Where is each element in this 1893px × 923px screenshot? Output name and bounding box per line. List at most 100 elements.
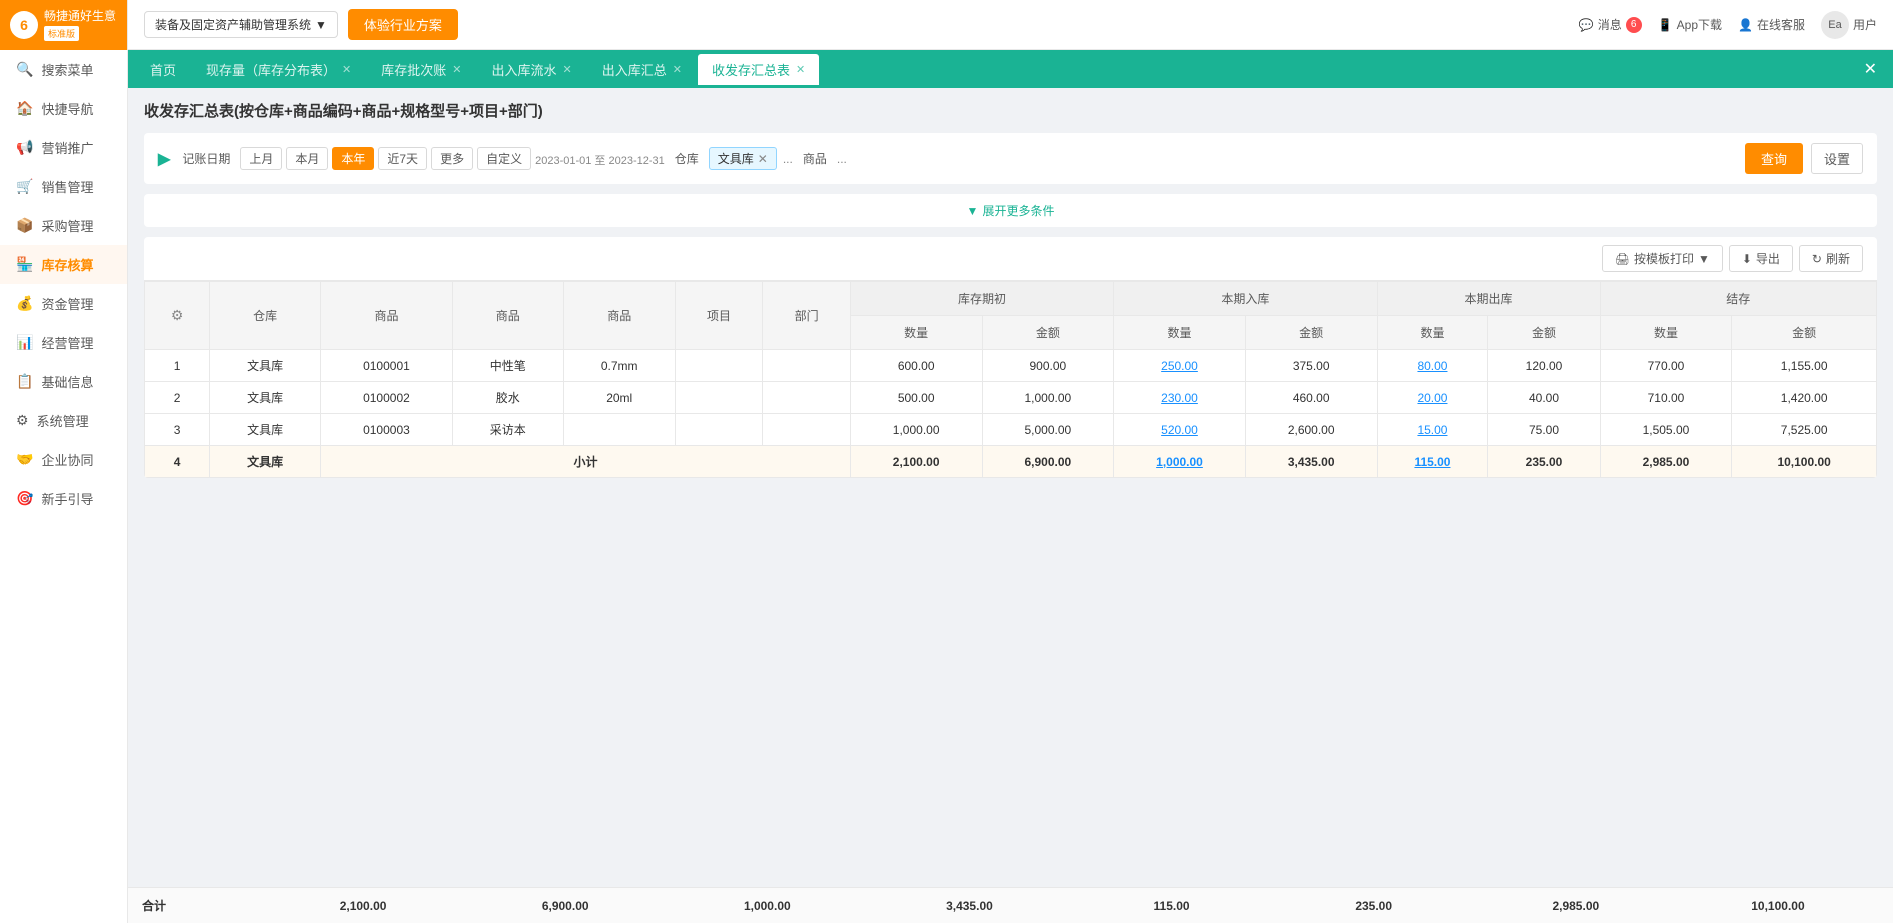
experience-btn[interactable]: 体验行业方案 <box>348 9 458 40</box>
cell-in-qty[interactable]: 250.00 <box>1114 350 1246 382</box>
sidebar-label-purchase: 采购管理 <box>41 216 93 235</box>
sidebar-item-operations[interactable]: 📊经营管理 <box>0 323 127 362</box>
warehouse-tag-remove[interactable]: ✕ <box>758 152 768 166</box>
cell-spec <box>563 414 675 446</box>
col-out-qty: 数量 <box>1377 316 1488 350</box>
nav-tab-------[interactable]: 收发存汇总表✕ <box>698 54 819 85</box>
footer-in-qty: 1,000.00 <box>666 899 868 913</box>
subtotal-end-amt: 10,100.00 <box>1732 446 1877 478</box>
messages-label: 消息 <box>1598 16 1622 33</box>
nav-tab-close-icon[interactable]: ✕ <box>342 63 351 76</box>
sidebar-item-purchase[interactable]: 📦采购管理 <box>0 206 127 245</box>
cell-in-amt: 375.00 <box>1245 350 1377 382</box>
sidebar-item-sales[interactable]: 🛒 销售管理 <box>0 167 127 206</box>
sidebar-icon-sales: 🛒 <box>16 178 33 195</box>
nav-tab------[interactable]: 出入库流水✕ <box>477 54 585 85</box>
warehouse-tag-group: 文具库 ✕ ... <box>709 147 793 170</box>
col-group-init: 库存期初 <box>850 282 1113 316</box>
cell-in-qty[interactable]: 520.00 <box>1114 414 1246 446</box>
sidebar-item-inventory[interactable]: 🏪库存核算 <box>0 245 127 284</box>
cell-end-qty: 710.00 <box>1600 382 1732 414</box>
column-settings-icon[interactable]: ⚙ <box>171 307 184 323</box>
filter-buttons: 查询 设置 <box>1745 143 1863 174</box>
tabs-close-icon[interactable]: ✕ <box>1856 59 1885 79</box>
sidebar-item-basic[interactable]: 📋基础信息 <box>0 362 127 401</box>
export-label: 导出 <box>1756 250 1780 267</box>
cell-out-amt: 40.00 <box>1488 382 1600 414</box>
export-btn[interactable]: ⬇ 导出 <box>1729 245 1793 272</box>
subtotal-in-qty[interactable]: 1,000.00 <box>1114 446 1246 478</box>
nav-tab-----------[interactable]: 现存量（库存分布表） ✕ <box>192 54 365 85</box>
sidebar-logo: 6 畅捷通好生意 标准版 <box>0 0 127 50</box>
nav-tab------[interactable]: 库存批次账 ✕ <box>367 54 475 85</box>
app-download-item[interactable]: 📱 App下载 <box>1658 16 1722 33</box>
cell-out-qty[interactable]: 80.00 <box>1377 350 1488 382</box>
subtotal-out-qty[interactable]: 115.00 <box>1377 446 1488 478</box>
sidebar-label-sales: 销售管理 <box>41 177 93 196</box>
nav-tab-close-icon[interactable]: ✕ <box>452 63 461 76</box>
date-shortcut-更多[interactable]: 更多 <box>431 147 473 170</box>
sidebar-item-marketing[interactable]: 📢营销推广 <box>0 128 127 167</box>
sidebar-item-corp[interactable]: 🤝企业协同 <box>0 440 127 479</box>
date-shortcut-自定义[interactable]: 自定义 <box>477 147 531 170</box>
messages-item[interactable]: 💬 消息 6 <box>1579 16 1642 33</box>
col-settings[interactable]: ⚙ <box>145 282 210 350</box>
date-shortcut-上月[interactable]: 上月 <box>240 147 282 170</box>
col-init-amt: 金额 <box>982 316 1114 350</box>
sidebar-item-system[interactable]: ⚙系统管理 <box>0 401 127 440</box>
app-download-label: App下载 <box>1677 16 1722 33</box>
cell-no: 1 <box>145 350 210 382</box>
cell-goods: 中性笔 <box>452 350 563 382</box>
print-dropdown-icon: ▼ <box>1698 252 1710 266</box>
nav-tab-label: 现存量（库存分布表） <box>206 60 336 79</box>
download-icon: 📱 <box>1658 18 1673 32</box>
date-shortcut-本年[interactable]: 本年 <box>332 147 374 170</box>
subtotal-no: 4 <box>145 446 210 478</box>
date-shortcut-近7天[interactable]: 近7天 <box>378 147 427 170</box>
user-label: 用户 <box>1853 16 1877 33</box>
nav-tab-close-icon[interactable]: ✕ <box>796 63 805 76</box>
sidebar-icon-search: 🔍 <box>16 61 33 78</box>
cell-project <box>675 350 763 382</box>
refresh-btn[interactable]: ↻ 刷新 <box>1799 245 1863 272</box>
print-btn[interactable]: 🖨 按模板打印 ▼ <box>1602 245 1723 272</box>
data-table: ⚙ 仓库 商品 商品 商品 项目 部门 库存期初 本期入库 本期出库 结存 <box>144 281 1877 478</box>
sidebar-icon-inventory: 🏪 <box>16 256 33 273</box>
sidebar-item-search[interactable]: 🔍搜索菜单 <box>0 50 127 89</box>
nav-tab-label: 出入库汇总 <box>602 60 667 79</box>
table-footer: 合计 2,100.00 6,900.00 1,000.00 3,435.00 1… <box>128 887 1893 923</box>
nav-tab-close-icon[interactable]: ✕ <box>563 63 572 76</box>
query-btn[interactable]: 查询 <box>1745 143 1803 174</box>
goods-more[interactable]: ... <box>837 152 847 166</box>
sidebar-icon-finance: 💰 <box>16 295 33 312</box>
warehouse-label: 仓库 <box>675 150 699 167</box>
cell-out-qty[interactable]: 20.00 <box>1377 382 1488 414</box>
cell-in-qty[interactable]: 230.00 <box>1114 382 1246 414</box>
filter-expand-icon[interactable]: ▶ <box>158 149 170 169</box>
nav-tab------[interactable]: 出入库汇总 ✕ <box>588 54 696 85</box>
warehouse-more[interactable]: ... <box>783 152 793 166</box>
system-selector[interactable]: 装备及固定资产辅助管理系统 ▼ <box>144 11 338 38</box>
cell-init-qty: 1,000.00 <box>850 414 982 446</box>
messages-badge: 6 <box>1626 17 1642 33</box>
sidebar-item-newuser[interactable]: 🎯新手引导 <box>0 479 127 518</box>
table-container: ⚙ 仓库 商品 商品 商品 项目 部门 库存期初 本期入库 本期出库 结存 <box>144 281 1877 478</box>
nav-tab-close-icon[interactable]: ✕ <box>673 63 682 76</box>
col-group-out: 本期出库 <box>1377 282 1600 316</box>
logo-icon: 6 <box>10 11 38 39</box>
warehouse-tag[interactable]: 文具库 ✕ <box>709 147 777 170</box>
sidebar-item-finance[interactable]: 💰资金管理 <box>0 284 127 323</box>
nav-tab-label: 库存批次账 <box>381 60 446 79</box>
user-item[interactable]: Ea 用户 <box>1821 11 1877 39</box>
expand-condition-btn[interactable]: ▼ 展开更多条件 <box>967 202 1055 219</box>
sidebar-item-quicknav[interactable]: 🏠快捷导航 <box>0 89 127 128</box>
cell-out-qty[interactable]: 15.00 <box>1377 414 1488 446</box>
setting-btn[interactable]: 设置 <box>1811 143 1863 174</box>
online-service-item[interactable]: 👤 在线客服 <box>1738 16 1805 33</box>
date-shortcut-本月[interactable]: 本月 <box>286 147 328 170</box>
subtotal-init-qty: 2,100.00 <box>850 446 982 478</box>
table-row: 3 文具库 0100003 采访本 1,000.00 5,000.00 520.… <box>145 414 1877 446</box>
cell-dept <box>763 382 851 414</box>
cell-dept <box>763 350 851 382</box>
nav-tab---[interactable]: 首页 <box>136 54 190 85</box>
